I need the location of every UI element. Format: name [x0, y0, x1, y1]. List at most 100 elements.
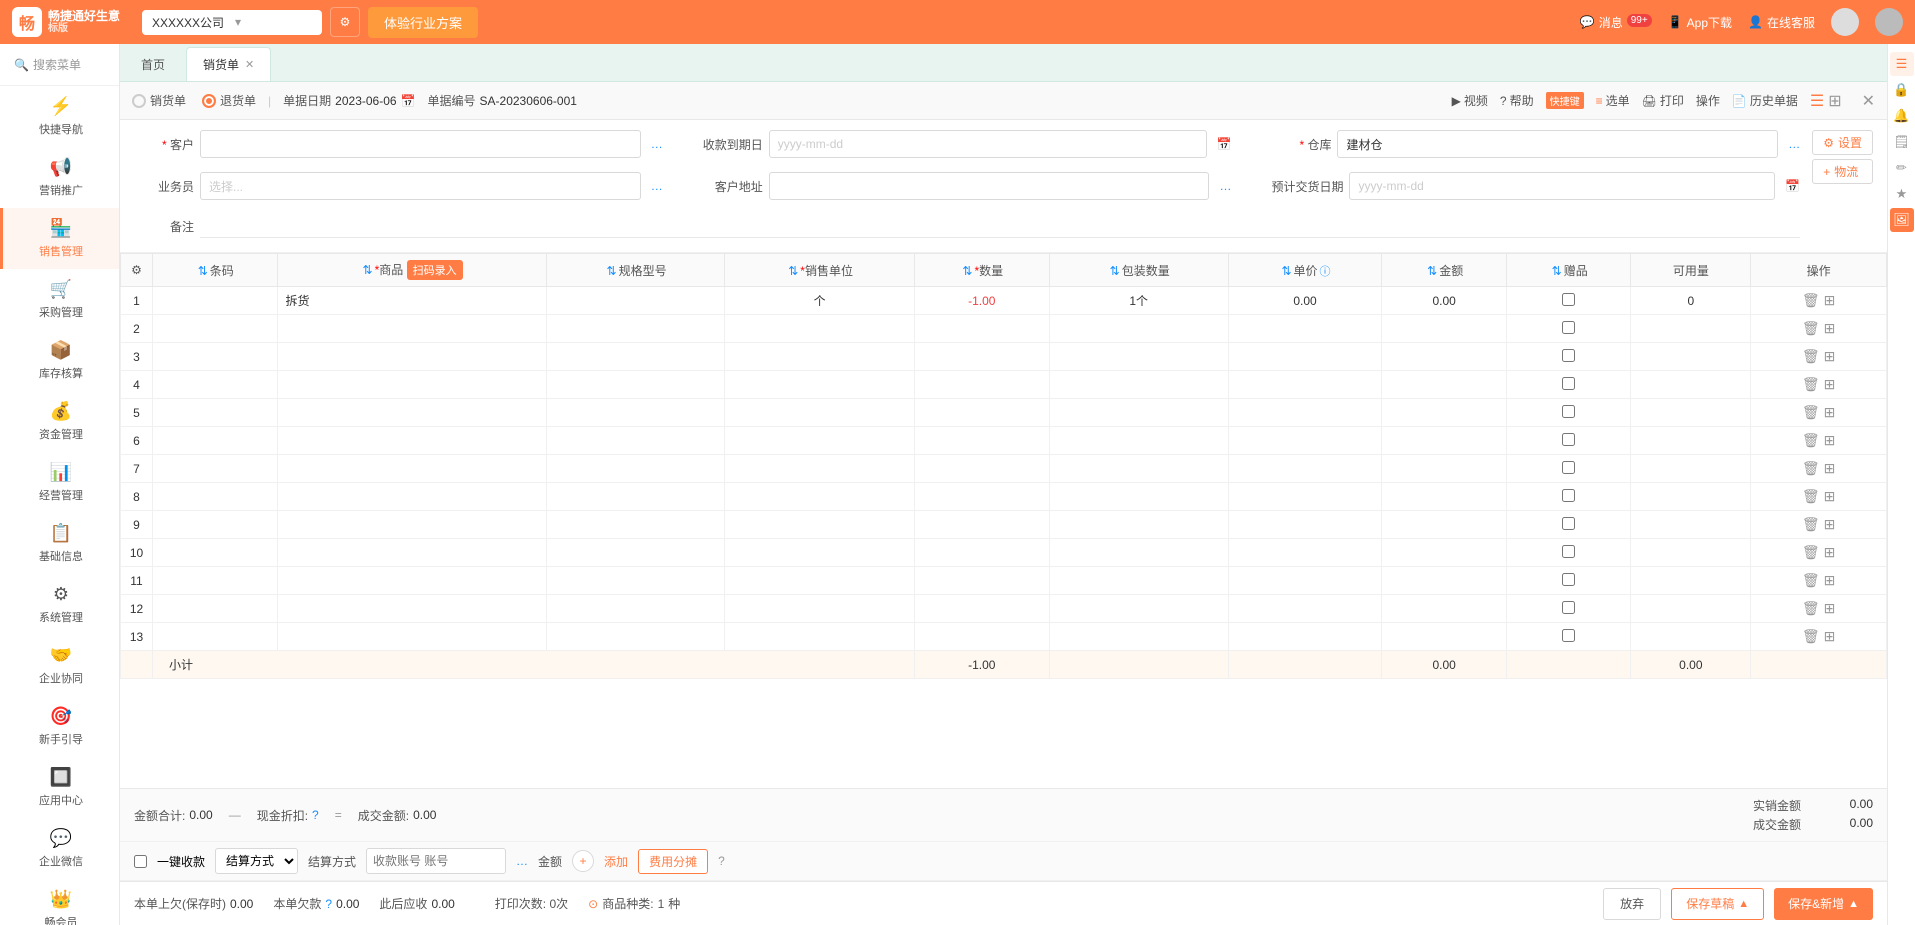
copy-icon[interactable]: ⊞ — [1824, 544, 1836, 561]
row-pack-qty[interactable] — [1049, 455, 1228, 483]
row-qty[interactable] — [914, 623, 1049, 651]
payment-date-input[interactable]: yyyy-mm-dd — [769, 130, 1207, 158]
radio-return[interactable]: 退货单 — [202, 92, 256, 109]
right-panel-item-3[interactable]: 🔔 — [1890, 104, 1914, 128]
delete-icon[interactable]: 🗑 — [1802, 432, 1820, 449]
save-draft-button[interactable]: 保存草稿 ▲ — [1671, 888, 1764, 920]
col-gear[interactable]: ⚙ — [121, 254, 153, 287]
row-gift[interactable] — [1506, 287, 1631, 315]
row-barcode[interactable] — [153, 399, 278, 427]
fee-split-button[interactable]: 费用分摊 — [638, 849, 708, 874]
copy-icon[interactable]: ⊞ — [1824, 404, 1836, 421]
row-amount[interactable] — [1382, 511, 1507, 539]
calendar-icon[interactable]: 📅 — [401, 94, 416, 108]
row-qty[interactable] — [914, 427, 1049, 455]
select-order-btn[interactable]: ≡ 选单 — [1596, 92, 1630, 109]
row-pack-qty[interactable] — [1049, 511, 1228, 539]
toolbar-close-icon[interactable]: ✕ — [1862, 91, 1875, 111]
row-pack-qty[interactable] — [1049, 595, 1228, 623]
account-input[interactable] — [366, 848, 506, 874]
row-product[interactable]: 拆货 — [277, 287, 546, 315]
customer-addr-more-icon[interactable]: … — [1219, 179, 1231, 193]
row-product[interactable] — [277, 315, 546, 343]
scan-btn[interactable]: 扫码录入 — [407, 260, 463, 280]
search-menu-btn[interactable]: 🔍 搜索菜单 — [8, 52, 111, 77]
row-qty[interactable] — [914, 343, 1049, 371]
copy-icon[interactable]: ⊞ — [1824, 320, 1836, 337]
avatar-2[interactable] — [1875, 8, 1903, 36]
row-qty[interactable]: -1.00 — [914, 287, 1049, 315]
abandon-button[interactable]: 放弃 — [1603, 888, 1661, 920]
row-unit[interactable] — [725, 371, 914, 399]
row-unit-price[interactable] — [1228, 343, 1382, 371]
row-pack-qty[interactable] — [1049, 567, 1228, 595]
row-amount[interactable] — [1382, 539, 1507, 567]
row-barcode[interactable] — [153, 427, 278, 455]
online-service-btn[interactable]: 👤 在线客服 — [1748, 14, 1815, 31]
sidebar-item-inventory[interactable]: 📦 库存核算 — [0, 330, 119, 391]
sidebar-item-sys-mgmt[interactable]: ⚙ 系统管理 — [0, 574, 119, 635]
delete-icon[interactable]: 🗑 — [1802, 572, 1820, 589]
row-amount[interactable] — [1382, 483, 1507, 511]
sidebar-item-sales-mgmt[interactable]: 🏪 销售管理 — [0, 208, 119, 269]
delete-icon[interactable]: 🗑 — [1802, 600, 1820, 617]
row-pack-qty[interactable]: 1个 — [1049, 287, 1228, 315]
row-barcode[interactable] — [153, 343, 278, 371]
row-unit[interactable] — [725, 455, 914, 483]
row-qty[interactable] — [914, 315, 1049, 343]
row-spec[interactable] — [546, 511, 725, 539]
copy-icon[interactable]: ⊞ — [1824, 292, 1836, 309]
row-spec[interactable] — [546, 455, 725, 483]
row-pack-qty[interactable] — [1049, 623, 1228, 651]
warehouse-more-icon[interactable]: … — [1788, 137, 1800, 151]
delete-icon[interactable]: 🗑 — [1802, 292, 1820, 309]
row-gift[interactable] — [1506, 511, 1631, 539]
row-unit[interactable] — [725, 539, 914, 567]
row-barcode[interactable] — [153, 623, 278, 651]
row-amount[interactable] — [1382, 371, 1507, 399]
row-amount[interactable] — [1382, 595, 1507, 623]
row-amount[interactable] — [1382, 399, 1507, 427]
row-unit-price[interactable] — [1228, 567, 1382, 595]
row-unit-price[interactable] — [1228, 399, 1382, 427]
sidebar-item-enterprise-wechat[interactable]: 💬 企业微信 — [0, 818, 119, 879]
radio-sales[interactable]: 销货单 — [132, 92, 186, 109]
row-unit-price[interactable] — [1228, 427, 1382, 455]
row-gift[interactable] — [1506, 623, 1631, 651]
row-product[interactable] — [277, 483, 546, 511]
payment-date-calendar-icon[interactable]: 📅 — [1217, 137, 1232, 151]
app-download-btn[interactable]: 📱 App下载 — [1668, 14, 1732, 31]
delete-icon[interactable]: 🗑 — [1802, 516, 1820, 533]
row-amount[interactable] — [1382, 427, 1507, 455]
row-spec[interactable] — [546, 623, 725, 651]
row-unit-price[interactable] — [1228, 483, 1382, 511]
delete-icon[interactable]: 🗑 — [1802, 628, 1820, 645]
row-unit[interactable]: 个 — [725, 287, 914, 315]
row-spec[interactable] — [546, 539, 725, 567]
row-spec[interactable] — [546, 287, 725, 315]
row-pack-qty[interactable] — [1049, 315, 1228, 343]
message-btn[interactable]: 💬 消息 99+ — [1580, 14, 1652, 31]
row-spec[interactable] — [546, 483, 725, 511]
sidebar-item-finance[interactable]: 💰 资金管理 — [0, 391, 119, 452]
delete-icon[interactable]: 🗑 — [1802, 488, 1820, 505]
row-amount[interactable] — [1382, 315, 1507, 343]
right-panel-item-6[interactable]: ★ — [1890, 182, 1914, 206]
delete-icon[interactable]: 🗑 — [1802, 348, 1820, 365]
delete-icon[interactable]: 🗑 — [1802, 376, 1820, 393]
row-spec[interactable] — [546, 595, 725, 623]
row-gift[interactable] — [1506, 343, 1631, 371]
row-unit-price[interactable] — [1228, 371, 1382, 399]
row-barcode[interactable] — [153, 483, 278, 511]
video-btn[interactable]: ▶ 视频 — [1452, 92, 1488, 109]
row-gift[interactable] — [1506, 595, 1631, 623]
row-product[interactable] — [277, 539, 546, 567]
unit-price-info-icon[interactable]: ⓘ — [1320, 266, 1331, 278]
row-unit-price[interactable] — [1228, 539, 1382, 567]
row-unit-price[interactable] — [1228, 315, 1382, 343]
tab-close-icon[interactable]: ✕ — [245, 58, 254, 71]
row-unit[interactable] — [725, 511, 914, 539]
sidebar-item-app-center[interactable]: 🔲 应用中心 — [0, 757, 119, 818]
right-panel-item-5[interactable]: ✏ — [1890, 156, 1914, 180]
row-unit-price[interactable] — [1228, 511, 1382, 539]
